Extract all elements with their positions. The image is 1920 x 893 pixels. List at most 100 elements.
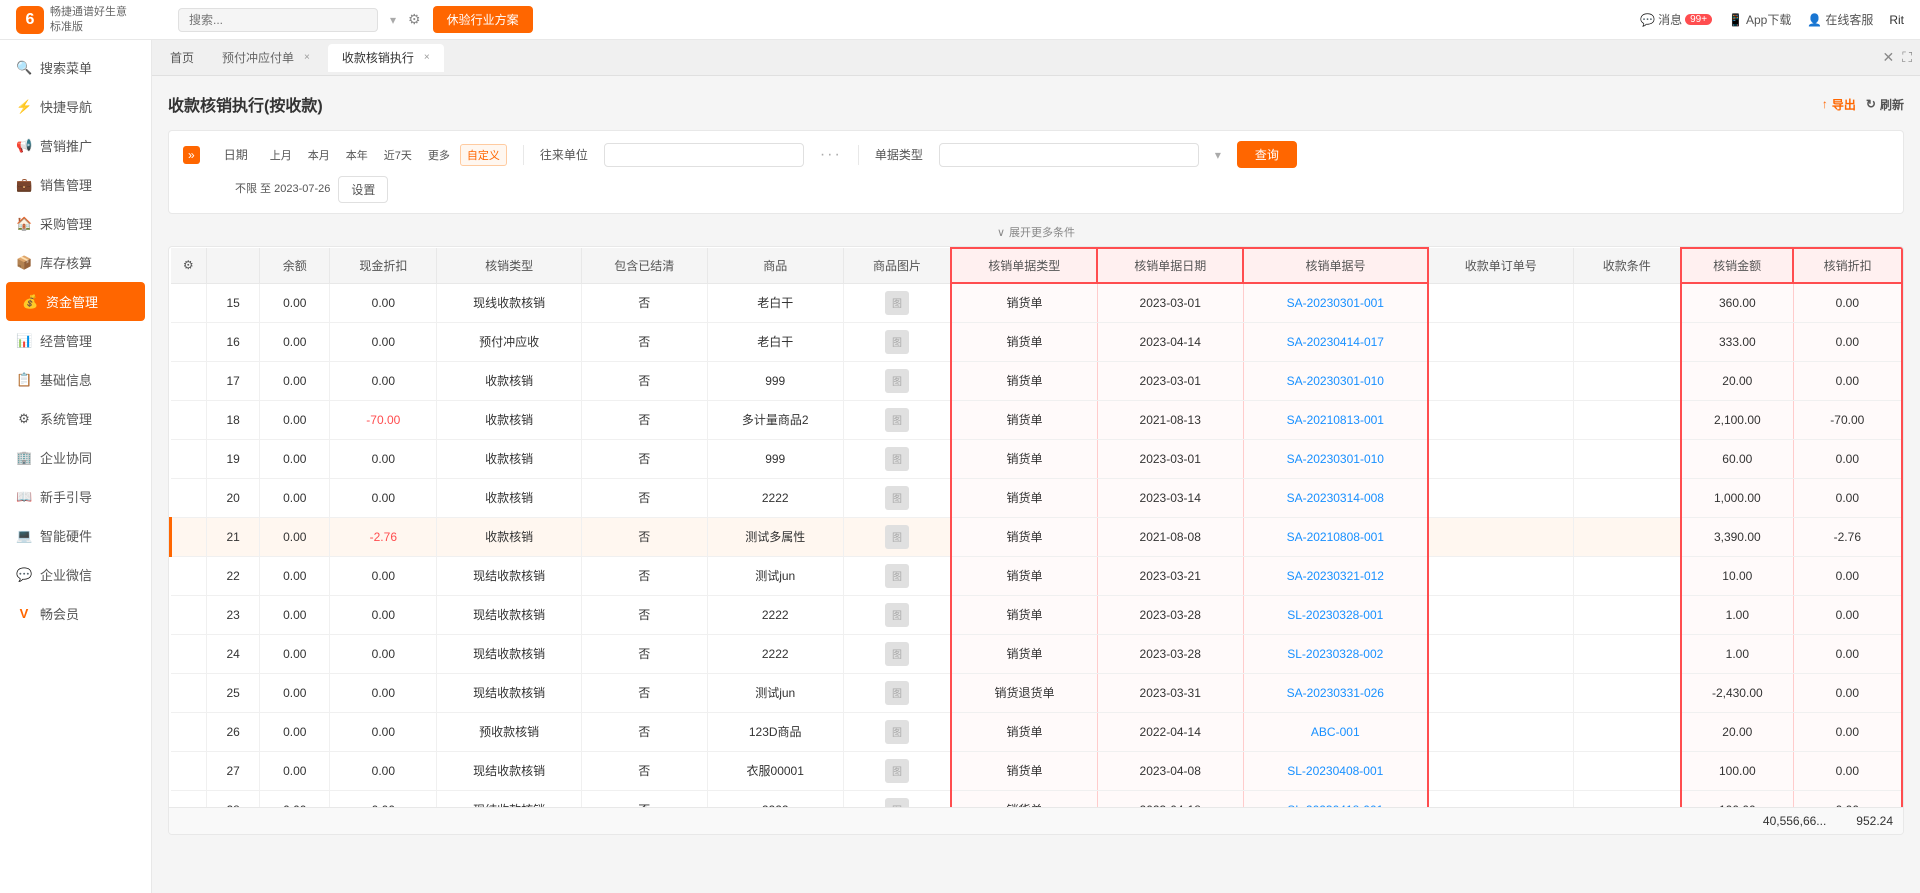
sidebar-item-shortcuts[interactable]: ⚡ 快捷导航 <box>0 87 151 126</box>
sidebar-item-system[interactable]: ⚙ 系统管理 <box>0 399 151 438</box>
sidebar-item-guide[interactable]: 📖 新手引导 <box>0 477 151 516</box>
sidebar-item-base[interactable]: 📋 基础信息 <box>0 360 151 399</box>
td-settings <box>171 322 207 361</box>
td-receipt-order-no <box>1428 322 1573 361</box>
tab-prepayment[interactable]: 预付冲应付单 × <box>208 44 324 72</box>
date-btn-more[interactable]: 更多 <box>422 144 456 166</box>
sidebar-item-wechat[interactable]: 💬 企业微信 <box>0 555 151 594</box>
bill-no-link[interactable]: SA-20210808-001 <box>1287 530 1384 544</box>
tab-fullscreen-icon[interactable]: ⛶ <box>1902 49 1912 66</box>
td-writeoff-type: 预收款核销 <box>437 712 581 751</box>
td-bill-type: 销货单 <box>951 478 1097 517</box>
bill-no-link[interactable]: SA-20230301-001 <box>1287 296 1384 310</box>
user-name[interactable]: Rit <box>1889 13 1904 27</box>
inventory-icon: 📦 <box>16 255 32 271</box>
solution-button[interactable]: 休验行业方案 <box>433 6 533 33</box>
td-goods: 测试jun <box>707 673 843 712</box>
sidebar-item-finance[interactable]: 💰 资金管理 <box>6 282 145 321</box>
top-gear-icon[interactable]: ⚙ <box>408 11 421 28</box>
table-header-row: ⚙ 余额 现金折扣 核销类型 包含已结清 商品 商品图片 核销单据类型 核销单据… <box>171 248 1903 283</box>
sidebar-item-enterprise[interactable]: 🏢 企业协同 <box>0 438 151 477</box>
sidebar-item-marketing[interactable]: 📢 营销推广 <box>0 126 151 165</box>
bill-no-link[interactable]: SL-20230408-001 <box>1287 764 1383 778</box>
refresh-button[interactable]: ↻ 刷新 <box>1866 96 1904 113</box>
bill-no-link[interactable]: SA-20230321-012 <box>1287 569 1384 583</box>
sidebar-label-guide: 新手引导 <box>40 487 92 506</box>
bill-no-link[interactable]: SA-20230301-010 <box>1287 374 1384 388</box>
receipt-type-select[interactable] <box>939 143 1199 167</box>
td-bill-no[interactable]: SA-20210808-001 <box>1243 517 1428 556</box>
receipt-type-dropdown-icon[interactable]: ▾ <box>1215 148 1221 162</box>
bill-no-link[interactable]: SL-20230328-002 <box>1287 647 1383 661</box>
td-seq: 16 <box>207 322 260 361</box>
td-receipt-condition <box>1573 439 1681 478</box>
filter-toggle-btn[interactable]: » <box>183 146 200 164</box>
bill-no-link[interactable]: SL-20230418-001 <box>1287 803 1383 808</box>
td-goods-image: 图 <box>843 400 951 439</box>
bill-no-link[interactable]: SA-20230414-017 <box>1287 335 1384 349</box>
tab-writeoff[interactable]: 收款核销执行 × <box>328 44 444 72</box>
td-bill-no[interactable]: SA-20230414-017 <box>1243 322 1428 361</box>
tab-close-icon[interactable]: ✕ <box>1882 49 1894 66</box>
table-row: 24 0.00 0.00 现结收款核销 否 2222 图 销货单 2023-03… <box>171 634 1903 673</box>
td-bill-no[interactable]: SA-20230314-008 <box>1243 478 1428 517</box>
td-writeoff-type: 预付冲应收 <box>437 322 581 361</box>
online-service-link[interactable]: 👤 在线客服 <box>1807 11 1873 28</box>
app-download-link[interactable]: 📱 App下载 <box>1728 11 1791 28</box>
sidebar-label-sales: 销售管理 <box>40 175 92 194</box>
td-bill-no[interactable]: SA-20230301-010 <box>1243 361 1428 400</box>
dropdown-icon[interactable]: ▾ <box>390 13 396 27</box>
td-bill-no[interactable]: SL-20230418-001 <box>1243 790 1428 807</box>
bill-no-link[interactable]: SA-20230301-010 <box>1287 452 1384 466</box>
query-button[interactable]: 查询 <box>1237 141 1297 168</box>
tab-close-prepayment[interactable]: × <box>304 52 310 63</box>
bill-no-link[interactable]: SA-20210813-001 <box>1287 413 1384 427</box>
bill-no-link[interactable]: SL-20230328-001 <box>1287 608 1383 622</box>
page-title-text: 收款核销执行(按收款) <box>168 92 323 116</box>
bill-no-link[interactable]: SA-20230331-026 <box>1287 686 1384 700</box>
td-goods: 多计量商品2 <box>707 400 843 439</box>
td-bill-no[interactable]: SL-20230328-001 <box>1243 595 1428 634</box>
td-bill-no[interactable]: SA-20230321-012 <box>1243 556 1428 595</box>
date-btn-lastmonth[interactable]: 上月 <box>264 144 298 166</box>
td-bill-no[interactable]: SA-20210813-001 <box>1243 400 1428 439</box>
expand-conditions-button[interactable]: ∨ 展开更多条件 <box>997 224 1075 240</box>
sidebar-item-sales[interactable]: 💼 销售管理 <box>0 165 151 204</box>
td-bill-no[interactable]: ABC-001 <box>1243 712 1428 751</box>
td-bill-no[interactable]: SL-20230408-001 <box>1243 751 1428 790</box>
sidebar-item-member[interactable]: V 畅会员 <box>0 594 151 633</box>
messages-icon[interactable]: 💬 消息99+ <box>1640 11 1712 28</box>
sidebar-item-search[interactable]: 🔍 搜索菜单 <box>0 48 151 87</box>
date-btn-7days[interactable]: 近7天 <box>378 144 418 166</box>
settings-button[interactable]: 设置 <box>338 176 388 203</box>
bill-no-link[interactable]: ABC-001 <box>1311 725 1360 739</box>
tab-close-writeoff[interactable]: × <box>424 52 430 63</box>
export-button[interactable]: ↑ 导出 <box>1822 96 1856 113</box>
date-btn-thismonth[interactable]: 本月 <box>302 144 336 166</box>
td-writeoff-amount: 3,390.00 <box>1681 517 1793 556</box>
sidebar-label-marketing: 营销推广 <box>40 136 92 155</box>
page-title-bar: 收款核销执行(按收款) ↑ 导出 ↻ 刷新 <box>168 92 1904 116</box>
date-btn-custom[interactable]: 自定义 <box>460 144 507 166</box>
td-bill-no[interactable]: SL-20230328-002 <box>1243 634 1428 673</box>
td-goods: 2222 <box>707 634 843 673</box>
sidebar-item-operations[interactable]: 📊 经营管理 <box>0 321 151 360</box>
td-goods-image: 图 <box>843 478 951 517</box>
sidebar-item-inventory[interactable]: 📦 库存核算 <box>0 243 151 282</box>
date-btn-thisyear[interactable]: 本年 <box>340 144 374 166</box>
counterparty-dots[interactable]: ··· <box>820 146 842 164</box>
table-scroll-area[interactable]: ⚙ 余额 现金折扣 核销类型 包含已结清 商品 商品图片 核销单据类型 核销单据… <box>169 247 1903 807</box>
table-row: 27 0.00 0.00 现结收款核销 否 衣服00001 图 销货单 2023… <box>171 751 1903 790</box>
td-bill-no[interactable]: SA-20230301-001 <box>1243 283 1428 322</box>
top-search-input[interactable] <box>178 8 378 32</box>
sidebar-item-purchase[interactable]: 🏠 采购管理 <box>0 204 151 243</box>
td-bill-no[interactable]: SA-20230331-026 <box>1243 673 1428 712</box>
counterparty-input[interactable] <box>604 143 804 167</box>
td-cash-discount: 0.00 <box>330 322 437 361</box>
sidebar-item-hardware[interactable]: 💻 智能硬件 <box>0 516 151 555</box>
td-seq: 19 <box>207 439 260 478</box>
tab-home[interactable]: 首页 <box>160 49 204 66</box>
settings-col-icon[interactable]: ⚙ <box>183 258 194 272</box>
td-bill-no[interactable]: SA-20230301-010 <box>1243 439 1428 478</box>
bill-no-link[interactable]: SA-20230314-008 <box>1287 491 1384 505</box>
